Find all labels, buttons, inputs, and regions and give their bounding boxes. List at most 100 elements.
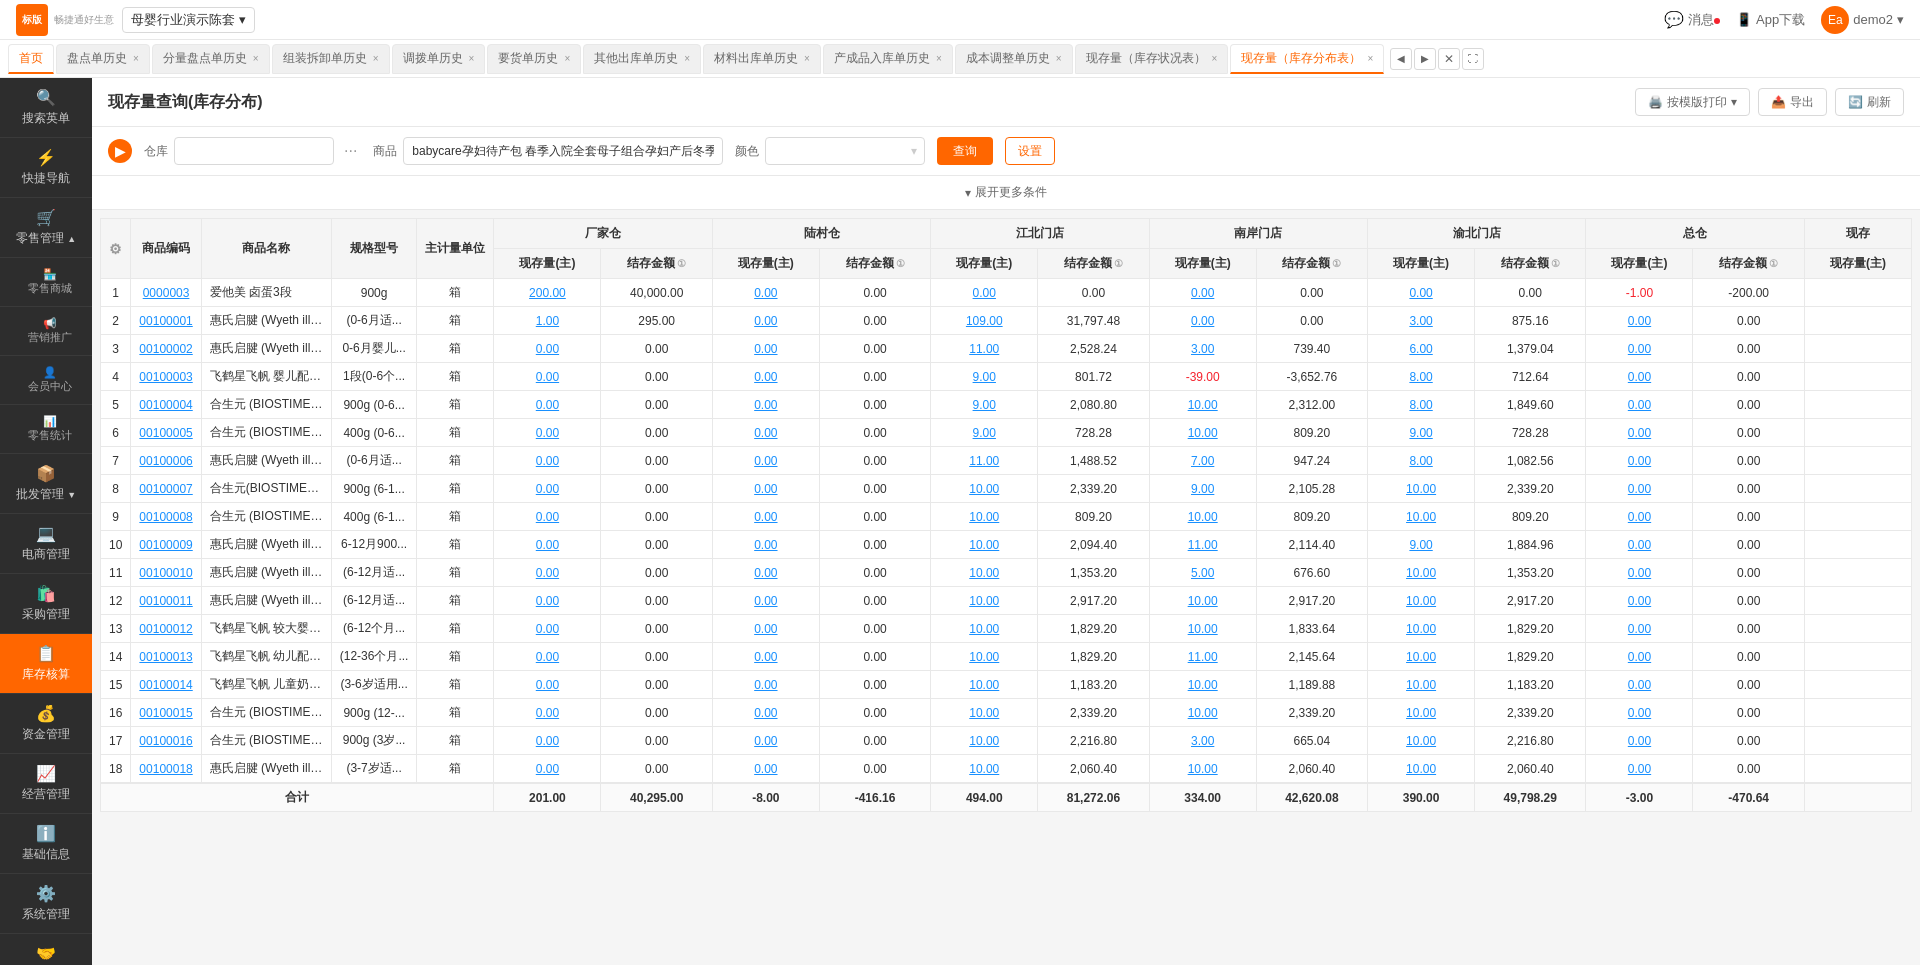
tab-assembly[interactable]: 组装拆卸单历史 × xyxy=(272,44,390,74)
goods-code[interactable]: 00100009 xyxy=(139,538,192,552)
close-icon[interactable]: × xyxy=(253,53,259,64)
goods-code[interactable]: 00100001 xyxy=(139,314,192,328)
close-icon[interactable]: × xyxy=(804,53,810,64)
settings-icon[interactable]: ⚙ xyxy=(109,241,122,257)
goods-code[interactable]: 00100007 xyxy=(139,482,192,496)
sidebar-item-system[interactable]: ⚙️ 系统管理 xyxy=(0,874,92,934)
goods-unit: 箱 xyxy=(417,587,494,615)
sidebar-item-wholesale[interactable]: 📦 批发管理 ▼ xyxy=(0,454,92,514)
tab-scroll-left[interactable]: ◀ xyxy=(1390,48,1412,70)
info-icon[interactable]: ① xyxy=(896,258,905,269)
setting-btn[interactable]: 设置 xyxy=(1005,137,1055,165)
goods-code[interactable]: 00100011 xyxy=(139,594,192,608)
messages-btn[interactable]: 💬 消息 xyxy=(1664,10,1720,29)
warehouse-more-btn[interactable]: ··· xyxy=(340,142,361,160)
sidebar-item-retail-stats[interactable]: 📊 零售统计 xyxy=(0,405,92,454)
sidebar-item-retail[interactable]: 🛒 零售管理 ▲ xyxy=(0,198,92,258)
sidebar-item-store[interactable]: 🏪 零售商城 xyxy=(0,258,92,307)
goods-code[interactable]: 00100013 xyxy=(139,650,192,664)
goods-code[interactable]: 0000003 xyxy=(143,286,190,300)
tab-product-inbound[interactable]: 产成品入库单历史 × xyxy=(823,44,953,74)
goods-input[interactable] xyxy=(403,137,723,165)
goods-code[interactable]: 00100008 xyxy=(139,510,192,524)
info-icon[interactable]: ① xyxy=(1551,258,1560,269)
nav-tabs-bar: 首页 盘点单历史 × 分量盘点单历史 × 组装拆卸单历史 × 调拨单历史 × 要… xyxy=(0,40,1920,78)
tab-scroll-right[interactable]: ▶ xyxy=(1414,48,1436,70)
sidebar-item-members[interactable]: 👤 会员中心 xyxy=(0,356,92,405)
sidebar-item-ecommerce[interactable]: 💻 电商管理 xyxy=(0,514,92,574)
info-icon[interactable]: ① xyxy=(1114,258,1123,269)
goods-code[interactable]: 00100012 xyxy=(139,622,192,636)
info-icon[interactable]: ① xyxy=(677,258,686,269)
goods-code[interactable]: 00100002 xyxy=(139,342,192,356)
close-icon[interactable]: × xyxy=(1212,53,1218,64)
goods-code[interactable]: 00100004 xyxy=(139,398,192,412)
goods-unit: 箱 xyxy=(417,475,494,503)
goods-spec: (6-12个月... xyxy=(331,615,417,643)
close-icon[interactable]: × xyxy=(1367,53,1373,64)
sidebar-item-quicknav[interactable]: ⚡ 快捷导航 xyxy=(0,138,92,198)
goods-code[interactable]: 00100005 xyxy=(139,426,192,440)
tab-cost-adjust[interactable]: 成本调整单历史 × xyxy=(955,44,1073,74)
refresh-btn[interactable]: 🔄 刷新 xyxy=(1835,88,1904,116)
finance-icon: 💰 xyxy=(0,704,92,723)
table-row: 12 00100011 惠氏启腱 (Wyeth illu... (6-12月适.… xyxy=(101,587,1912,615)
search-btn[interactable]: 查询 xyxy=(937,137,993,165)
goods-code[interactable]: 00100018 xyxy=(139,762,192,776)
tab-other-outbound[interactable]: 其他出库单历史 × xyxy=(583,44,701,74)
goods-code[interactable]: 00100006 xyxy=(139,454,192,468)
sidebar-item-finance[interactable]: 💰 资金管理 xyxy=(0,694,92,754)
user-area[interactable]: Ea demo2 ▾ xyxy=(1821,6,1904,34)
sidebar-item-search[interactable]: 🔍 搜索英单 xyxy=(0,78,92,138)
goods-code[interactable]: 00100015 xyxy=(139,706,192,720)
tab-requisition[interactable]: 要货单历史 × xyxy=(487,44,581,74)
goods-name: 惠氏启腱 (Wyeth illu... xyxy=(201,307,331,335)
close-icon[interactable]: × xyxy=(684,53,690,64)
sidebar-item-basics[interactable]: ℹ️ 基础信息 xyxy=(0,814,92,874)
goods-code[interactable]: 00100010 xyxy=(139,566,192,580)
close-icon[interactable]: × xyxy=(133,53,139,64)
sidebar-retail-label: 零售管理 xyxy=(16,231,64,245)
tab-inventory-history[interactable]: 盘点单历史 × xyxy=(56,44,150,74)
print-btn[interactable]: 🖨️ 按模版打印 ▾ xyxy=(1635,88,1750,116)
tab-material-outbound[interactable]: 材料出库单历史 × xyxy=(703,44,821,74)
expand-more-btn[interactable]: ▾ 展开更多条件 xyxy=(961,180,1051,205)
tab-home[interactable]: 首页 xyxy=(8,44,54,74)
close-icon[interactable]: × xyxy=(373,53,379,64)
info-icon[interactable]: ① xyxy=(1332,258,1341,269)
th-goods-name: 商品名称 xyxy=(201,219,331,279)
retail-icon: 🛒 xyxy=(0,208,92,227)
close-icon[interactable]: × xyxy=(1056,53,1062,64)
collapse-btn[interactable]: ▶ xyxy=(108,139,132,163)
close-icon[interactable]: × xyxy=(936,53,942,64)
tab-close-all[interactable]: ✕ xyxy=(1438,48,1460,70)
warehouse-input[interactable] xyxy=(174,137,334,165)
app-download-btn[interactable]: 📱 App下载 xyxy=(1736,11,1805,29)
tab-partial-inventory[interactable]: 分量盘点单历史 × xyxy=(152,44,270,74)
industry-selector[interactable]: 母婴行业演示陈套 ▾ xyxy=(122,7,255,33)
info-icon[interactable]: ① xyxy=(1769,258,1778,269)
tab-current-stock-distribution[interactable]: 现存量（库存分布表） × xyxy=(1230,44,1384,74)
sidebar-item-inventory[interactable]: 📋 库存核算 xyxy=(0,634,92,694)
goods-code[interactable]: 00100003 xyxy=(139,370,192,384)
sidebar-item-operations[interactable]: 📈 经营管理 xyxy=(0,754,92,814)
sidebar-item-purchase[interactable]: 🛍️ 采购管理 xyxy=(0,574,92,634)
sidebar-wholesale-label: 批发管理 xyxy=(16,487,64,501)
th-factory-warehouse: 厂家仓 xyxy=(494,219,712,249)
tab-expand[interactable]: ⛶ xyxy=(1462,48,1484,70)
close-icon[interactable]: × xyxy=(469,53,475,64)
goods-code[interactable]: 00100014 xyxy=(139,678,192,692)
expand-icon: ▲ xyxy=(67,234,76,244)
export-btn[interactable]: 📤 导出 xyxy=(1758,88,1827,116)
th-settings[interactable]: ⚙ xyxy=(101,219,131,279)
goods-spec: 400g (6-1... xyxy=(331,503,417,531)
sidebar-item-marketing[interactable]: 📢 营销推广 xyxy=(0,307,92,356)
tab-current-stock-status[interactable]: 现存量（库存状况表） × xyxy=(1075,44,1229,74)
logo-icon: 标版 xyxy=(16,4,48,36)
close-icon[interactable]: × xyxy=(564,53,570,64)
goods-code[interactable]: 00100016 xyxy=(139,734,192,748)
search-icon: 🔍 xyxy=(0,88,92,107)
sidebar-item-enterprise[interactable]: 🤝 企业协同 xyxy=(0,934,92,965)
color-input[interactable] xyxy=(765,137,925,165)
tab-transfer[interactable]: 调拨单历史 × xyxy=(392,44,486,74)
